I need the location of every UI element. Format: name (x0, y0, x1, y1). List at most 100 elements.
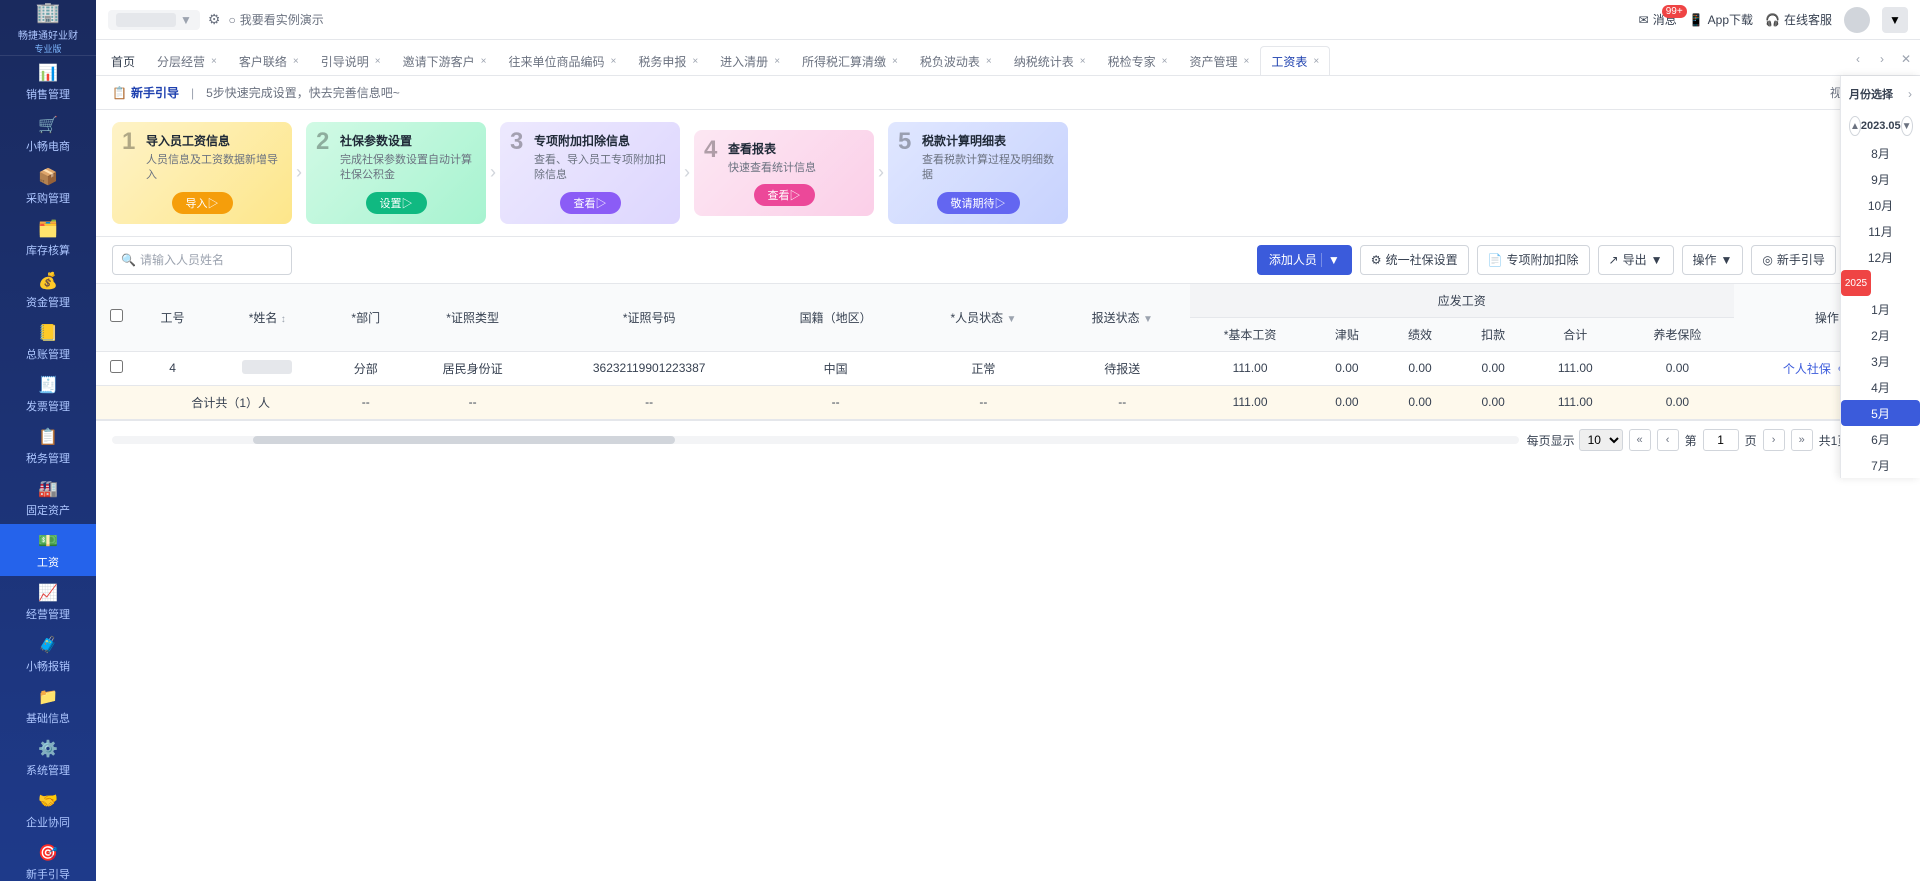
tab-close-salary_tab[interactable]: × (1313, 56, 1319, 67)
tab-close-taxreport[interactable]: × (692, 56, 698, 67)
row-checkbox[interactable] (110, 360, 123, 373)
sidebar-item-tax[interactable]: 📋 税务管理 (0, 420, 96, 472)
online-service-button[interactable]: 🎧 在线客服 (1765, 11, 1832, 28)
month-item-1[interactable]: 1月 (1841, 296, 1920, 322)
step-btn-4[interactable]: 查看▷ (754, 184, 815, 206)
tab-next-button[interactable]: › (1872, 49, 1892, 69)
sidebar-item-ecommerce[interactable]: 🛒 小畅电商 (0, 108, 96, 160)
step-btn-2[interactable]: 设置▷ (366, 192, 427, 214)
tab-taxreport[interactable]: 税务申报× (627, 46, 709, 76)
sidebar-item-inventory[interactable]: 🗂️ 库存核算 (0, 212, 96, 264)
tab-close-guide[interactable]: × (375, 56, 381, 67)
sidebar-item-purchase[interactable]: 📦 采购管理 (0, 160, 96, 212)
page-number-input[interactable] (1703, 429, 1739, 451)
month-next-button[interactable]: ▼ (1901, 116, 1913, 136)
tab-taxexpert[interactable]: 税检专家× (1097, 46, 1179, 76)
sidebar-item-invoice[interactable]: 🧾 发票管理 (0, 368, 96, 420)
sidebar-item-salary[interactable]: 💵 工资 (0, 524, 96, 576)
tab-home[interactable]: 首页 (100, 46, 146, 76)
tab-supplier[interactable]: 往来单位商品编码× (497, 46, 627, 76)
sidebar-item-ledger[interactable]: 📒 总账管理 (0, 316, 96, 368)
tab-close-customer[interactable]: × (293, 56, 299, 67)
status-filter-icon[interactable]: ▼ (1006, 314, 1016, 325)
sidebar-item-assets[interactable]: 🏭 固定资产 (0, 472, 96, 524)
demo-link[interactable]: ○ 我要看实例演示 (228, 11, 323, 28)
tab-salary_tab[interactable]: 工资表× (1260, 46, 1330, 76)
tab-close-clearance[interactable]: × (774, 56, 780, 67)
th-status: *人员状态 ▼ (912, 284, 1055, 352)
step-btn-1[interactable]: 导入▷ (172, 192, 233, 214)
select-all-checkbox[interactable] (110, 309, 123, 322)
social-insurance-button[interactable]: ⚙ 统一社保设置 (1360, 245, 1469, 275)
sidebar-item-system[interactable]: ⚙️ 系统管理 (0, 732, 96, 784)
tab-close-taxexpert[interactable]: × (1162, 56, 1168, 67)
scrollbar-thumb[interactable] (253, 436, 675, 444)
next-page-button[interactable]: › (1763, 429, 1785, 451)
month-item-9[interactable]: 9月 (1841, 166, 1920, 192)
month-item-8[interactable]: 8月 (1841, 140, 1920, 166)
tab-close-taxpay[interactable]: × (892, 56, 898, 67)
tab-taxstat[interactable]: 纳税统计表× (1003, 46, 1097, 76)
tab-close-all-button[interactable]: ✕ (1896, 49, 1916, 69)
month-item-2[interactable]: 2月 (1841, 322, 1920, 348)
tab-invite[interactable]: 邀请下游客户× (392, 46, 498, 76)
th-name: *姓名 ↕ (209, 284, 325, 352)
tab-assetmgmt[interactable]: 资产管理× (1178, 46, 1260, 76)
tab-taxpay[interactable]: 所得税汇算清缴× (791, 46, 909, 76)
company-selector[interactable]: ▼ (108, 10, 200, 30)
month-panel-collapse-icon[interactable]: › (1908, 87, 1912, 101)
per-page-select[interactable]: 102050 (1579, 429, 1623, 451)
operate-button[interactable]: 操作 ▼ (1682, 245, 1744, 275)
tab-close-taxstat[interactable]: × (1080, 56, 1086, 67)
sidebar-item-sales[interactable]: 📊 销售管理 (0, 56, 96, 108)
month-item-4[interactable]: 4月 (1841, 374, 1920, 400)
personal-insurance-link[interactable]: 个人社保 (1783, 362, 1831, 376)
tab-prev-button[interactable]: ‹ (1848, 49, 1868, 69)
month-prev-button[interactable]: ▲ (1849, 116, 1861, 136)
month-item-10[interactable]: 10月 (1841, 192, 1920, 218)
sidebar-item-operations[interactable]: 📈 经营管理 (0, 576, 96, 628)
user-avatar[interactable] (1844, 7, 1870, 33)
special-deduction-button[interactable]: 📄 专项附加扣除 (1477, 245, 1590, 275)
first-page-button[interactable]: « (1629, 429, 1651, 451)
th-subsidy: 津贴 (1310, 317, 1383, 351)
sidebar-item-capital[interactable]: 💰 资金管理 (0, 264, 96, 316)
send-filter-icon[interactable]: ▼ (1143, 314, 1153, 325)
step-btn-3[interactable]: 查看▷ (560, 192, 621, 214)
message-button[interactable]: ✉ 消息 99+ (1639, 11, 1677, 28)
per-page-label: 每页显示 (1527, 432, 1575, 449)
app-download-button[interactable]: 📱 App下载 (1689, 11, 1753, 28)
horizontal-scrollbar[interactable] (112, 436, 1519, 444)
sidebar-item-guide[interactable]: 🎯 新手引导 (0, 836, 96, 881)
tab-clearance[interactable]: 进入清册× (709, 46, 791, 76)
prev-page-button[interactable]: ‹ (1657, 429, 1679, 451)
sidebar-item-marketing[interactable]: 🧳 小畅报销 (0, 628, 96, 680)
search-input[interactable]: 🔍 请输入人员姓名 (112, 245, 292, 275)
new-guide-button[interactable]: ◎ 新手引导 (1751, 245, 1836, 275)
tab-close-assetmgmt[interactable]: × (1243, 56, 1249, 67)
month-item-11[interactable]: 11月 (1841, 218, 1920, 244)
month-item-7[interactable]: 7月 (1841, 452, 1920, 478)
month-item-3[interactable]: 3月 (1841, 348, 1920, 374)
month-item-12[interactable]: 12月 (1841, 244, 1920, 270)
export-button[interactable]: ↗ 导出 ▼ (1598, 245, 1674, 275)
step-btn-5[interactable]: 敬请期待▷ (937, 192, 1020, 214)
tab-fen[interactable]: 分层经营× (146, 46, 228, 76)
tab-guide[interactable]: 引导说明× (310, 46, 392, 76)
add-employee-button[interactable]: 添加人员 ▼ (1257, 245, 1352, 275)
sidebar-item-collab[interactable]: 🤝 企业协同 (0, 784, 96, 836)
sidebar-item-basic[interactable]: 📁 基础信息 (0, 680, 96, 732)
month-item-5[interactable]: 5月 (1841, 400, 1920, 426)
last-page-button[interactable]: » (1791, 429, 1813, 451)
tab-close-taxexempt[interactable]: × (986, 56, 992, 67)
tab-close-invite[interactable]: × (481, 56, 487, 67)
tab-customer[interactable]: 客户联络× (228, 46, 310, 76)
name-sort-icon[interactable]: ↕ (281, 314, 286, 325)
tab-close-fen[interactable]: × (211, 56, 217, 67)
settings-icon[interactable]: ⚙ (208, 11, 221, 28)
tab-close-supplier[interactable]: × (610, 56, 616, 67)
month-item-6[interactable]: 6月 (1841, 426, 1920, 452)
tab-taxexempt[interactable]: 税负波动表× (909, 46, 1003, 76)
add-dropdown-arrow[interactable]: ▼ (1321, 253, 1340, 267)
user-menu-button[interactable]: ▼ (1882, 7, 1908, 33)
